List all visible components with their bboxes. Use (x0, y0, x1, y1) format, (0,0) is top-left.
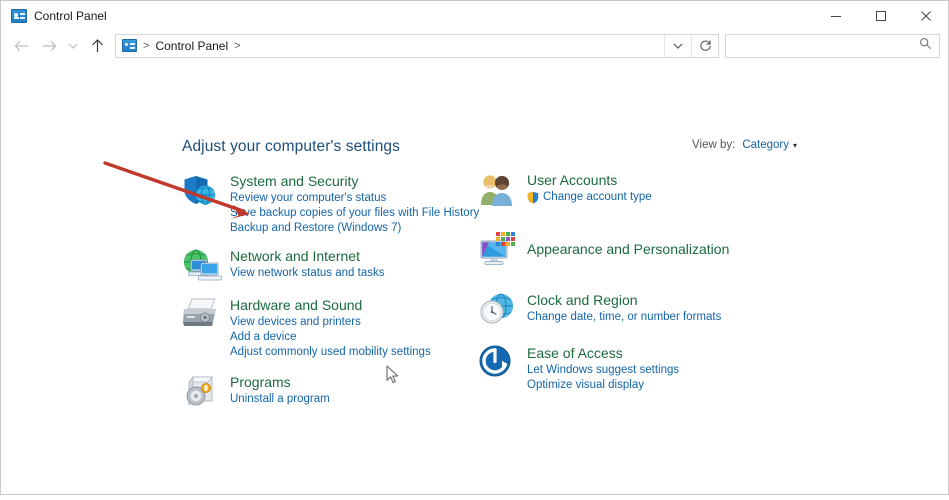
category-title[interactable]: Clock and Region (527, 291, 721, 309)
left-column: System and Security Review your computer… (182, 171, 479, 418)
breadcrumb-control-panel-icon (122, 39, 137, 52)
appearance-icon (479, 228, 527, 268)
category-title[interactable]: User Accounts (527, 171, 652, 189)
chevron-down-icon (673, 43, 683, 49)
search-input[interactable] (734, 37, 919, 54)
category-hardware-and-sound: Hardware and Sound View devices and prin… (182, 295, 472, 360)
window-title: Control Panel (34, 8, 107, 23)
mouse-pointer-cursor (386, 365, 399, 384)
category-link[interactable]: Optimize visual display (527, 378, 679, 393)
shield-icon (527, 191, 539, 204)
control-panel-window: Control Panel > Control Panel > Adjust y… (0, 0, 949, 495)
category-clock-and-region: Clock and Region Change date, time, or n… (479, 290, 779, 326)
content-area: Adjust your computer's settings View by:… (1, 61, 948, 493)
category-link[interactable]: Change date, time, or number formats (527, 310, 721, 325)
category-link[interactable]: Let Windows suggest settings (527, 363, 679, 378)
search-box[interactable] (725, 33, 940, 58)
category-appearance-and-personalization: Appearance and Personalization (479, 228, 779, 268)
network-icon (182, 246, 230, 284)
category-title[interactable]: Hardware and Sound (230, 296, 431, 314)
category-link[interactable]: Add a device (230, 330, 431, 345)
category-link[interactable]: Uninstall a program (230, 392, 330, 407)
address-bar[interactable]: > Control Panel > (115, 33, 719, 58)
breadcrumb-separator-0[interactable]: > (141, 40, 151, 52)
close-icon (920, 10, 931, 21)
forward-button[interactable] (35, 32, 63, 60)
shield-icon (182, 171, 230, 236)
maximize-icon (875, 10, 886, 21)
clock-icon (479, 290, 527, 326)
view-by-control: View by: Category ▾ (692, 139, 797, 151)
address-dropdown-button[interactable] (664, 34, 691, 57)
category-user-accounts: User Accounts Change account type (479, 171, 779, 207)
users-icon (479, 171, 527, 207)
category-programs: Programs Uninstall a program (182, 372, 472, 410)
control-panel-icon (11, 8, 27, 23)
category-body: Clock and Region Change date, time, or n… (527, 290, 721, 326)
arrow-left-icon (14, 40, 28, 51)
breadcrumb[interactable]: > Control Panel > (116, 39, 664, 53)
page-title: Adjust your computer's settings (182, 138, 400, 155)
right-column: User Accounts Change account type Appear… (479, 171, 779, 401)
window-controls (813, 1, 948, 30)
view-by-value[interactable]: Category (742, 139, 789, 151)
category-system-and-security: System and Security Review your computer… (182, 171, 479, 236)
category-link[interactable]: Change account type (543, 190, 652, 205)
category-title[interactable]: Programs (230, 373, 330, 391)
minimize-button[interactable] (813, 1, 858, 30)
category-body: Appearance and Personalization (527, 228, 729, 268)
category-body: Network and Internet View network status… (230, 246, 384, 284)
arrow-right-icon (42, 40, 56, 51)
refresh-icon (699, 40, 711, 51)
category-link[interactable]: Backup and Restore (Windows 7) (230, 221, 479, 236)
view-by-label: View by: (692, 139, 736, 151)
category-link[interactable]: View network status and tasks (230, 266, 384, 281)
category-link[interactable]: View devices and printers (230, 315, 431, 330)
up-button[interactable] (83, 32, 111, 60)
category-title[interactable]: Appearance and Personalization (527, 228, 729, 258)
programs-icon (182, 372, 230, 410)
category-body: Hardware and Sound View devices and prin… (230, 295, 431, 360)
category-title[interactable]: System and Security (230, 172, 479, 190)
maximize-button[interactable] (858, 1, 903, 30)
category-body: Programs Uninstall a program (230, 372, 330, 410)
chevron-down-icon[interactable]: ▾ (793, 141, 797, 150)
search-icon (919, 37, 932, 55)
category-body: Ease of Access Let Windows suggest setti… (527, 343, 679, 393)
printer-icon (182, 295, 230, 360)
minimize-icon (830, 15, 841, 17)
category-body: System and Security Review your computer… (230, 171, 479, 236)
category-ease-of-access: Ease of Access Let Windows suggest setti… (479, 343, 779, 393)
close-button[interactable] (903, 1, 948, 30)
refresh-button[interactable] (691, 34, 718, 57)
chevron-down-icon (68, 43, 78, 49)
category-title[interactable]: Network and Internet (230, 247, 384, 265)
breadcrumb-item-control-panel[interactable]: Control Panel (155, 39, 228, 53)
recent-locations-button[interactable] (63, 32, 83, 60)
arrow-up-icon (91, 38, 103, 52)
navigation-bar: > Control Panel > (1, 30, 948, 61)
ease-of-access-icon (479, 343, 527, 393)
category-link[interactable]: Adjust commonly used mobility settings (230, 345, 431, 360)
category-link[interactable]: Save backup copies of your files with Fi… (230, 206, 479, 221)
title-bar-left: Control Panel (1, 8, 107, 23)
title-bar: Control Panel (1, 1, 948, 30)
category-network-and-internet: Network and Internet View network status… (182, 246, 472, 284)
breadcrumb-separator-1[interactable]: > (232, 40, 242, 52)
back-button[interactable] (7, 32, 35, 60)
category-body: User Accounts Change account type (527, 171, 652, 207)
category-link-row[interactable]: Change account type (527, 190, 652, 205)
category-link[interactable]: Review your computer's status (230, 191, 479, 206)
category-title[interactable]: Ease of Access (527, 344, 679, 362)
